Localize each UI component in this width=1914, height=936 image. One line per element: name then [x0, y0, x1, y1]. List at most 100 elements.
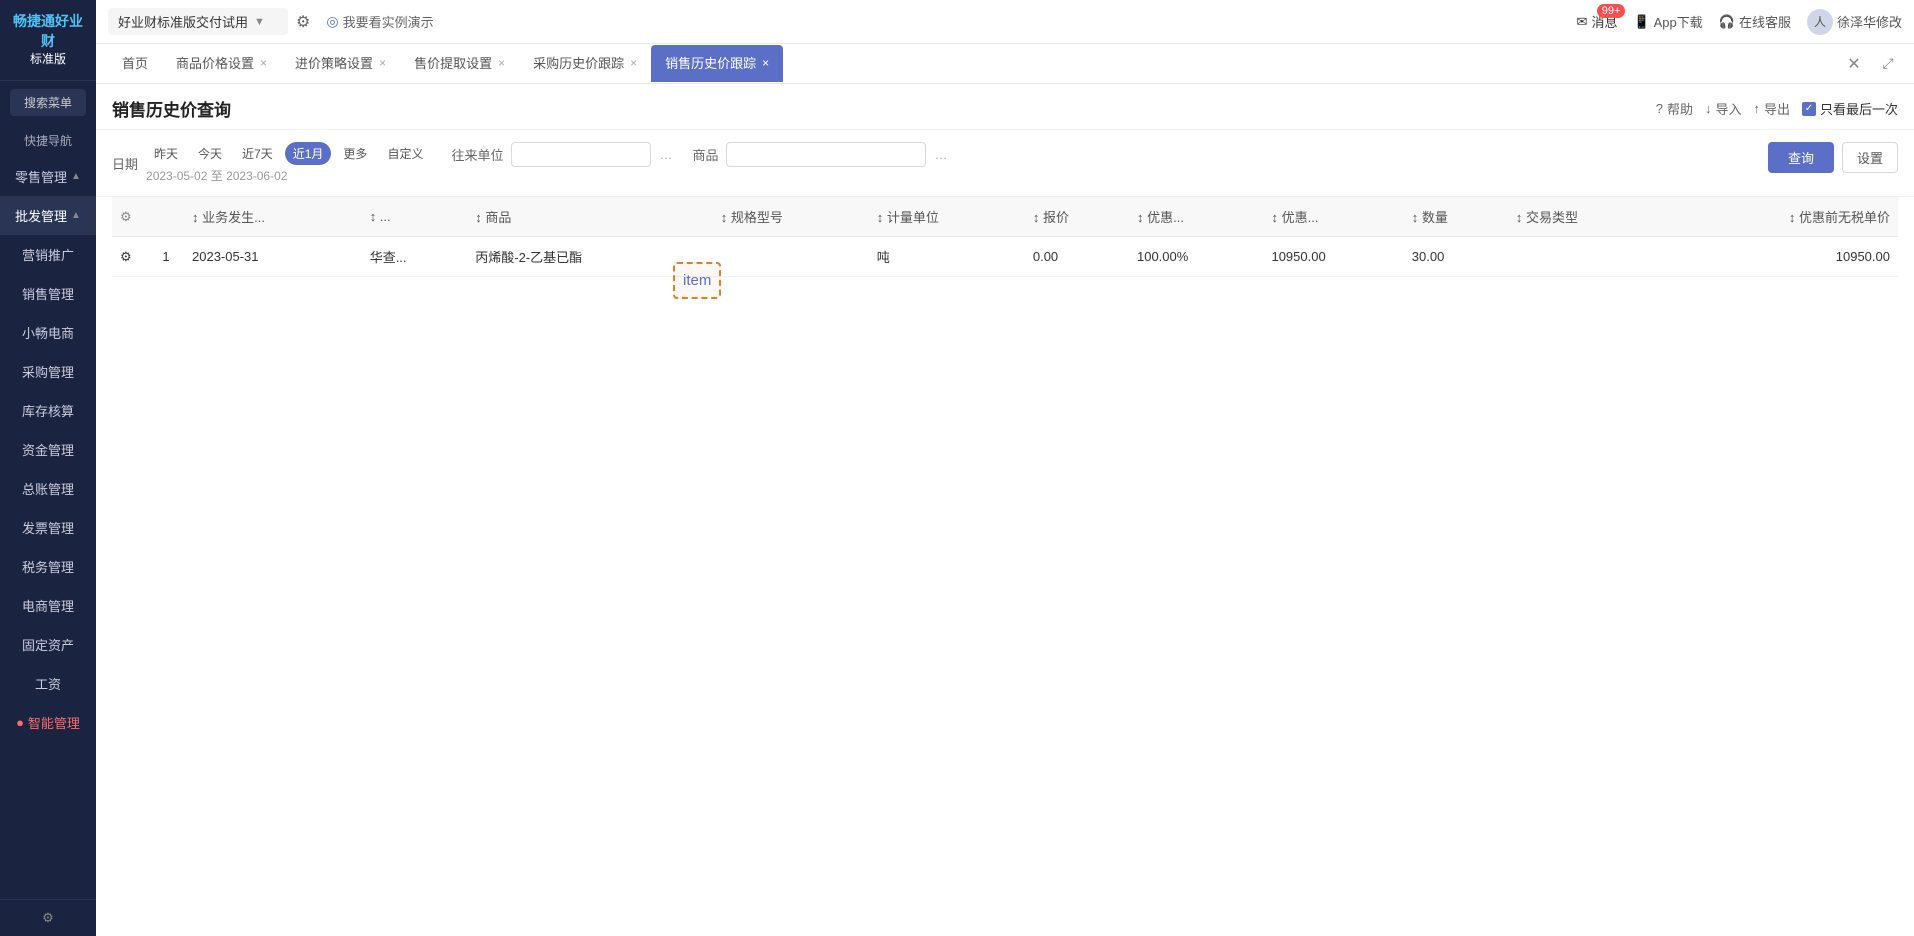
tab-product-price-close[interactable]: ×: [260, 56, 267, 70]
table-header-row: ⚙ ↕ 业务发生... ↕ ... ↕ 商品 ↕ 规格型号 ↕ 计量单位 ↕ 报…: [112, 197, 1898, 237]
date-filter-label: 日期: [112, 154, 138, 173]
date-option-today[interactable]: 今天: [190, 142, 230, 165]
sidebar-item-ledger[interactable]: 总账管理: [0, 469, 96, 508]
sidebar-item-sales[interactable]: 销售管理: [0, 274, 96, 313]
main-area: 好业财标准版交付试用 ▼ ⚙ ◎ 我要看实例演示 ✉ 消息 99+ 📱 App下…: [96, 0, 1914, 936]
app-download-button[interactable]: 📱 App下载: [1633, 12, 1702, 31]
date-option-custom[interactable]: 自定义: [379, 142, 431, 165]
product-filter-label: 商品: [692, 145, 718, 164]
row-pretax-price: 10950.00: [1664, 237, 1898, 277]
page-title: 销售历史价查询: [112, 96, 231, 121]
th-biz-date[interactable]: ↕ 业务发生...: [184, 197, 362, 237]
product-name: 好业财标准版交付试用: [118, 12, 248, 31]
product-selector[interactable]: 好业财标准版交付试用 ▼: [108, 8, 288, 35]
tab-sales-history[interactable]: 销售历史价跟踪 ×: [651, 45, 783, 82]
th-pretax-price[interactable]: ↕ 优惠前无税单价: [1664, 197, 1898, 237]
tab-purchase-history[interactable]: 采购历史价跟踪 ×: [519, 45, 651, 82]
mobile-icon: 📱: [1633, 14, 1649, 30]
row-gear[interactable]: ⚙: [112, 237, 148, 277]
window-expand-button[interactable]: ⤢: [1874, 50, 1902, 78]
th-price[interactable]: ↕ 报价: [1025, 197, 1129, 237]
th-trade-type[interactable]: ↕ 交易类型: [1508, 197, 1664, 237]
import-button[interactable]: ↓ 导入: [1705, 99, 1742, 118]
sidebar-item-finance[interactable]: 资金管理: [0, 430, 96, 469]
th-gear[interactable]: ⚙: [112, 197, 148, 237]
sidebar-item-retail[interactable]: 零售管理 ▲: [0, 157, 96, 196]
filter-bar: 日期 昨天 今天 近7天 近1月 更多 自定义 2023-05-02 至 202…: [96, 130, 1914, 197]
page-header: 销售历史价查询 ? 帮助 ↓ 导入 ↑ 导出 ✓: [96, 84, 1914, 130]
from-unit-dots-button[interactable]: …: [659, 147, 672, 162]
user-menu-button[interactable]: 人 徐泽华修改: [1807, 9, 1902, 35]
product-input[interactable]: [726, 142, 926, 167]
sidebar-item-inventory[interactable]: 库存核算: [0, 391, 96, 430]
row-trade-type: [1508, 237, 1664, 277]
import-icon: ↓: [1705, 101, 1712, 116]
sidebar-search[interactable]: 搜索菜单: [0, 81, 96, 124]
row-biz-date: 2023-05-31: [184, 237, 362, 277]
sidebar-item-payroll[interactable]: 工资: [0, 664, 96, 703]
page-container: 销售历史价查询 ? 帮助 ↓ 导入 ↑ 导出 ✓: [96, 84, 1914, 936]
date-option-last7[interactable]: 近7天: [234, 142, 281, 165]
settings-button[interactable]: 设置: [1842, 142, 1898, 173]
sidebar-item-tax[interactable]: 税务管理: [0, 547, 96, 586]
row-discount2: 10950.00: [1263, 237, 1403, 277]
row-discount1: 100.00%: [1129, 237, 1263, 277]
th-dots[interactable]: ↕ ...: [362, 197, 468, 237]
message-icon: ✉: [1577, 14, 1588, 30]
gear-icon: ⚙: [42, 910, 54, 925]
date-option-more[interactable]: 更多: [335, 142, 375, 165]
data-table: ⚙ ↕ 业务发生... ↕ ... ↕ 商品 ↕ 规格型号 ↕ 计量单位 ↕ 报…: [112, 197, 1898, 277]
date-option-yesterday[interactable]: 昨天: [146, 142, 186, 165]
sidebar-item-wholesale[interactable]: 批发管理 ▲: [0, 196, 96, 235]
product-dots-button[interactable]: …: [934, 147, 947, 162]
table-header: ⚙ ↕ 业务发生... ↕ ... ↕ 商品 ↕ 规格型号 ↕ 计量单位 ↕ 报…: [112, 197, 1898, 237]
tab-purchase-strategy[interactable]: 进价策略设置 ×: [281, 45, 400, 82]
export-button[interactable]: ↑ 导出: [1753, 99, 1790, 118]
query-button[interactable]: 查询: [1768, 142, 1834, 173]
help-button[interactable]: ? 帮助: [1656, 99, 1693, 118]
sidebar-item-ecommerce[interactable]: 电商管理: [0, 586, 96, 625]
question-icon: ?: [1656, 101, 1663, 116]
sidebar-item-light-ecommerce[interactable]: 小畅电商: [0, 313, 96, 352]
row-spec: [713, 237, 869, 277]
tab-price-extract-close[interactable]: ×: [498, 56, 505, 70]
tab-purchase-strategy-close[interactable]: ×: [379, 56, 386, 70]
th-discount1[interactable]: ↕ 优惠...: [1129, 197, 1263, 237]
row-num: 1: [148, 237, 184, 277]
sidebar: 畅捷通好业财 标准版 搜索菜单 快捷导航 零售管理 ▲ 批发管理 ▲ 营销推广 …: [0, 0, 96, 936]
message-button[interactable]: ✉ 消息 99+: [1577, 12, 1618, 31]
demo-button[interactable]: ◎ 我要看实例演示: [326, 12, 433, 31]
tab-sales-history-close[interactable]: ×: [762, 56, 769, 70]
sidebar-settings-button[interactable]: ⚙: [0, 899, 96, 936]
th-spec[interactable]: ↕ 规格型号: [713, 197, 869, 237]
tabbar-actions: ✕ ⤢: [1840, 50, 1902, 78]
window-close-button[interactable]: ✕: [1840, 50, 1868, 78]
tab-purchase-history-close[interactable]: ×: [630, 56, 637, 70]
gear-icon: ⚙: [120, 209, 132, 224]
tab-product-price-label: 商品价格设置: [176, 53, 254, 72]
table-container: ⚙ ↕ 业务发生... ↕ ... ↕ 商品 ↕ 规格型号 ↕ 计量单位 ↕ 报…: [96, 197, 1914, 293]
sidebar-item-assets[interactable]: 固定资产: [0, 625, 96, 664]
table-row: ⚙ 1 2023-05-31 华查... 丙烯酸-2-乙基已酯 吨 0.00 1…: [112, 237, 1898, 277]
from-unit-filter-group: 往来单位 …: [451, 142, 672, 167]
sidebar-quick-nav-item[interactable]: 快捷导航: [0, 124, 96, 157]
sidebar-item-marketing[interactable]: 营销推广: [0, 235, 96, 274]
topbar-settings-icon[interactable]: ⚙: [296, 12, 310, 32]
sidebar-item-smart[interactable]: ● 智能管理: [0, 703, 96, 742]
sidebar-item-purchase[interactable]: 采购管理: [0, 352, 96, 391]
chevron-down-icon: ▼: [254, 16, 265, 28]
date-option-last1m[interactable]: 近1月: [285, 142, 332, 165]
tab-price-extract[interactable]: 售价提取设置 ×: [400, 45, 519, 82]
sidebar-item-invoice[interactable]: 发票管理: [0, 508, 96, 547]
tab-product-price[interactable]: 商品价格设置 ×: [162, 45, 281, 82]
th-discount2[interactable]: ↕ 优惠...: [1263, 197, 1403, 237]
tab-home[interactable]: 首页: [108, 45, 162, 82]
only-last-checkbox[interactable]: ✓ 只看最后一次: [1802, 99, 1898, 118]
th-qty[interactable]: ↕ 数量: [1404, 197, 1508, 237]
headset-icon: 🎧: [1719, 14, 1735, 30]
search-menu-button[interactable]: 搜索菜单: [10, 89, 86, 116]
th-unit[interactable]: ↕ 计量单位: [869, 197, 1025, 237]
from-unit-input[interactable]: [511, 142, 651, 167]
online-service-button[interactable]: 🎧 在线客服: [1719, 12, 1791, 31]
th-product[interactable]: ↕ 商品: [467, 197, 712, 237]
